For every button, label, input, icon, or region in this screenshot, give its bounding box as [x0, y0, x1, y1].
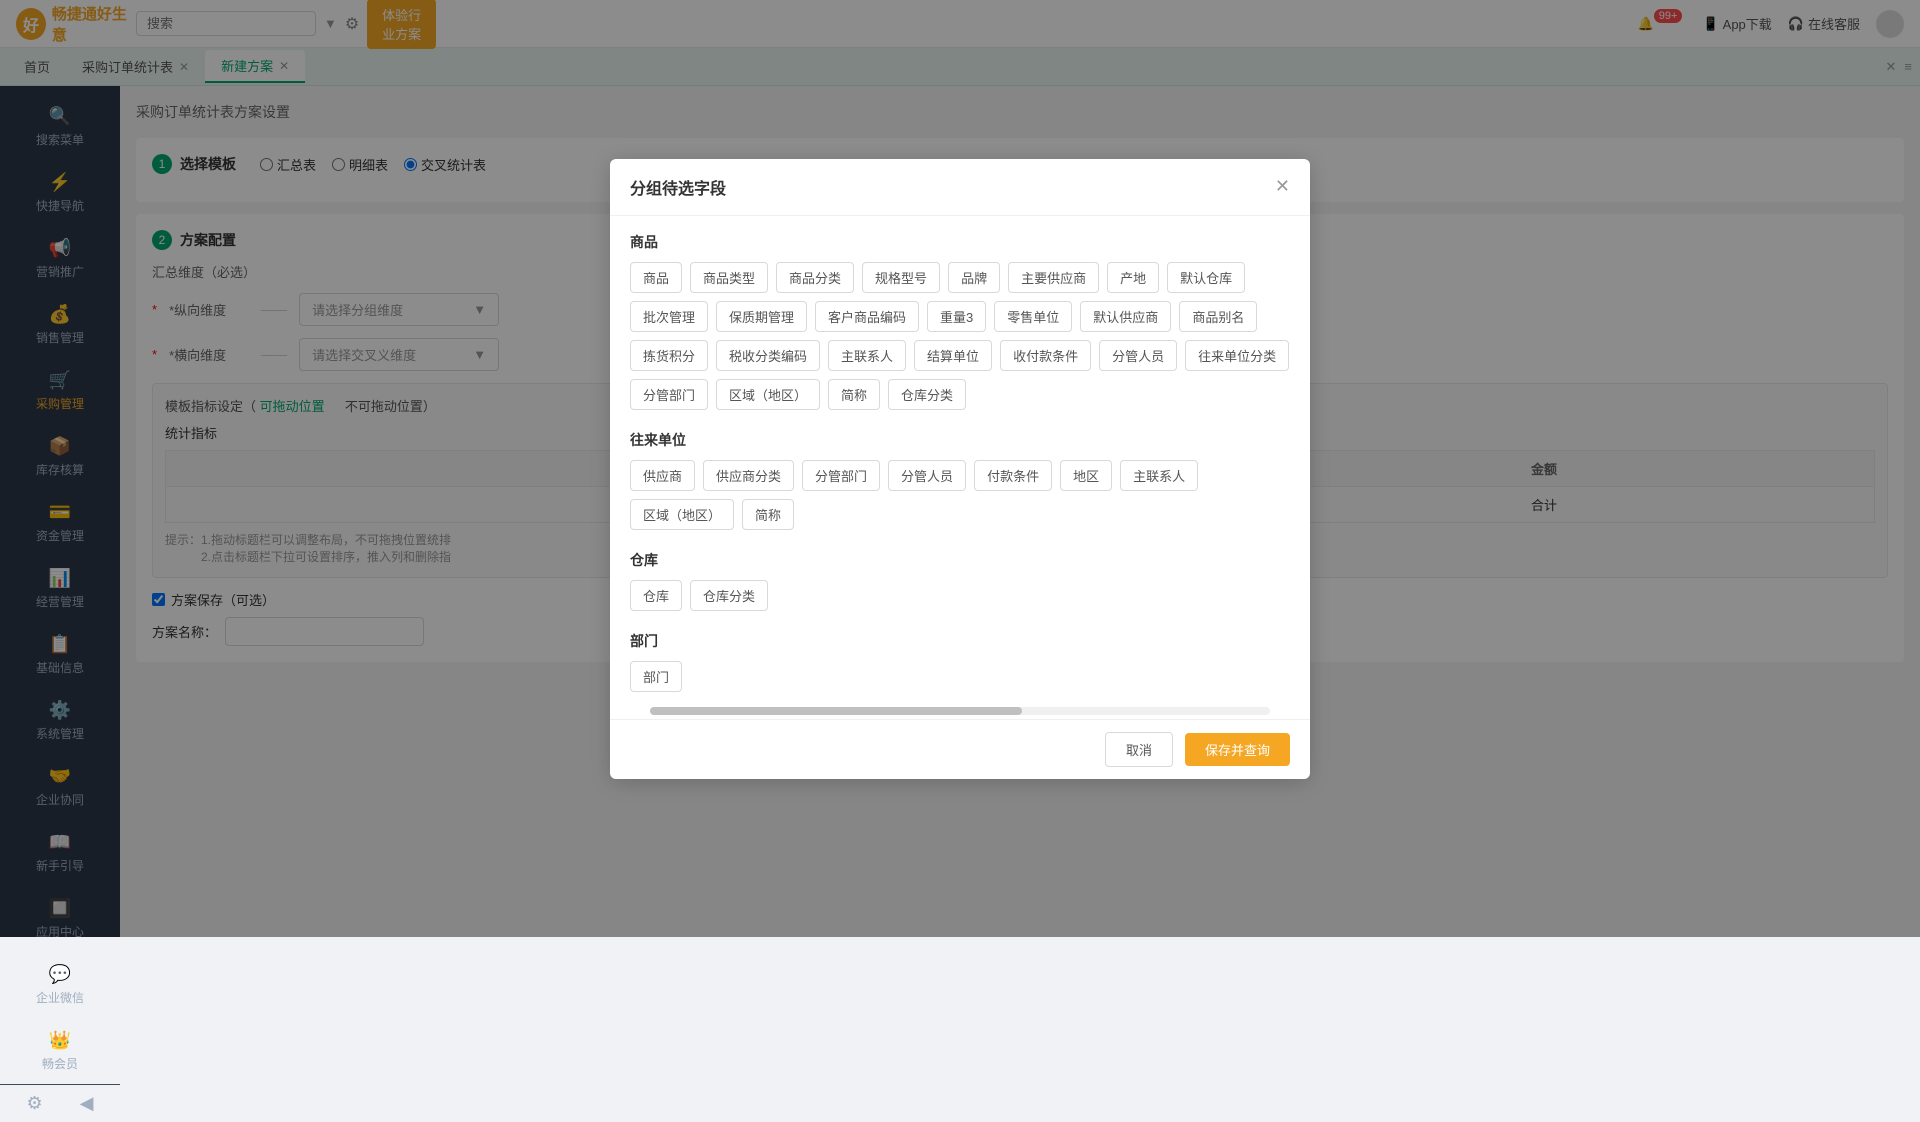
modal-overlay: 分组待选字段 ✕ 商品商品商品类型商品分类规格型号品牌主要供应商产地默认仓库批次… [0, 0, 1920, 937]
field-tag-source-unit-cat[interactable]: 往来单位分类 [1185, 340, 1289, 371]
modal-section-title-counterparty: 往来单位 [630, 430, 1290, 450]
field-tag-supplier-cat[interactable]: 供应商分类 [703, 460, 794, 491]
confirm-button[interactable]: 保存并查询 [1185, 733, 1290, 766]
field-tag-retail-unit[interactable]: 零售单位 [994, 301, 1072, 332]
field-tag-brand[interactable]: 品牌 [948, 262, 1000, 293]
cancel-button[interactable]: 取消 [1105, 732, 1173, 767]
field-tag-goods[interactable]: 商品 [630, 262, 682, 293]
field-tag-main-supplier[interactable]: 主要供应商 [1008, 262, 1099, 293]
sidebar-settings-icon[interactable]: ⚙ [27, 1093, 43, 1114]
modal-footer: 取消 保存并查询 [610, 719, 1310, 779]
field-tag-area[interactable]: 地区 [1060, 460, 1112, 491]
modal-field-tags-counterparty: 供应商供应商分类分管部门分管人员付款条件地区主联系人区域（地区） 简称 [630, 460, 1290, 530]
field-tag-dep[interactable]: 部门 [630, 661, 682, 692]
field-tag-weight3[interactable]: 重量3 [927, 301, 986, 332]
sidebar-item-wechat[interactable]: 💬 企业微信 [0, 952, 120, 1018]
field-tag-goods-category[interactable]: 商品分类 [776, 262, 854, 293]
sidebar-item-member[interactable]: 👑 畅会员 [0, 1018, 120, 1084]
modal-header: 分组待选字段 ✕ [610, 159, 1310, 216]
field-tag-default-warehouse[interactable]: 默认仓库 [1167, 262, 1245, 293]
modal-section-warehouse: 仓库仓库仓库分类 [630, 550, 1290, 611]
modal-hscroll[interactable] [650, 707, 1270, 715]
field-tag-payment-cond[interactable]: 付款条件 [974, 460, 1052, 491]
modal-field-tags-warehouse: 仓库仓库分类 [630, 580, 1290, 611]
field-tag-expiry-mgmt[interactable]: 保质期管理 [716, 301, 807, 332]
wechat-icon: 💬 [49, 964, 71, 985]
field-tag-manager[interactable]: 分管人员 [1099, 340, 1177, 371]
field-tag-supplier[interactable]: 供应商 [630, 460, 695, 491]
field-tag-manage-person[interactable]: 分管人员 [888, 460, 966, 491]
modal-title: 分组待选字段 [630, 175, 726, 199]
field-tag-main-contact[interactable]: 主联系人 [1120, 460, 1198, 491]
field-tag-warehouse-cat[interactable]: 仓库分类 [888, 379, 966, 410]
modal: 分组待选字段 ✕ 商品商品商品类型商品分类规格型号品牌主要供应商产地默认仓库批次… [610, 159, 1310, 779]
field-tag-region[interactable]: 区域（地区） [716, 379, 820, 410]
field-tag-contact[interactable]: 主联系人 [828, 340, 906, 371]
modal-section-title-department: 部门 [630, 631, 1290, 651]
modal-section-department: 部门部门 [630, 631, 1290, 692]
field-tag-manage-dept[interactable]: 分管部门 [802, 460, 880, 491]
modal-section-counterparty: 往来单位供应商供应商分类分管部门分管人员付款条件地区主联系人区域（地区） 简称 [630, 430, 1290, 530]
field-tag-wh[interactable]: 仓库 [630, 580, 682, 611]
field-tag-spec-type[interactable]: 规格型号 [862, 262, 940, 293]
field-tag-short-name[interactable]: 简称 [828, 379, 880, 410]
field-tag-payment-terms[interactable]: 收付款条件 [1000, 340, 1091, 371]
field-tag-region2[interactable]: 区域（地区） [630, 499, 734, 530]
modal-field-tags-department: 部门 [630, 661, 1290, 692]
field-tag-default-supplier[interactable]: 默认供应商 [1080, 301, 1171, 332]
field-tag-origin[interactable]: 产地 [1107, 262, 1159, 293]
modal-field-tags-goods: 商品商品类型商品分类规格型号品牌主要供应商产地默认仓库批次管理保质期管理客户商品… [630, 262, 1290, 410]
modal-close-icon[interactable]: ✕ [1275, 176, 1290, 197]
sidebar-collapse-icon[interactable]: ◀ [80, 1093, 94, 1114]
modal-section-title-warehouse: 仓库 [630, 550, 1290, 570]
modal-hscroll-thumb [650, 707, 1022, 715]
field-tag-dept[interactable]: 分管部门 [630, 379, 708, 410]
modal-body: 商品商品商品类型商品分类规格型号品牌主要供应商产地默认仓库批次管理保质期管理客户… [610, 216, 1310, 703]
field-tag-goods-type[interactable]: 商品类型 [690, 262, 768, 293]
member-icon: 👑 [49, 1030, 71, 1051]
modal-section-title-goods: 商品 [630, 232, 1290, 252]
field-tag-customer-code[interactable]: 客户商品编码 [815, 301, 919, 332]
field-tag-wh-cat[interactable]: 仓库分类 [690, 580, 768, 611]
modal-section-goods: 商品商品商品类型商品分类规格型号品牌主要供应商产地默认仓库批次管理保质期管理客户… [630, 232, 1290, 410]
sidebar-bottom: ⚙ ◀ [0, 1084, 120, 1122]
sidebar-item-member-label: 畅会员 [42, 1055, 78, 1072]
modal-hscroll-area [610, 703, 1310, 719]
field-tag-pick-score[interactable]: 拣货积分 [630, 340, 708, 371]
field-tag-abbr[interactable]: 简称 [742, 499, 794, 530]
field-tag-settle-unit[interactable]: 结算单位 [914, 340, 992, 371]
field-tag-batch-mgmt[interactable]: 批次管理 [630, 301, 708, 332]
sidebar-item-wechat-label: 企业微信 [36, 989, 84, 1006]
field-tag-alias[interactable]: 商品别名 [1179, 301, 1257, 332]
field-tag-tax-code[interactable]: 税收分类编码 [716, 340, 820, 371]
